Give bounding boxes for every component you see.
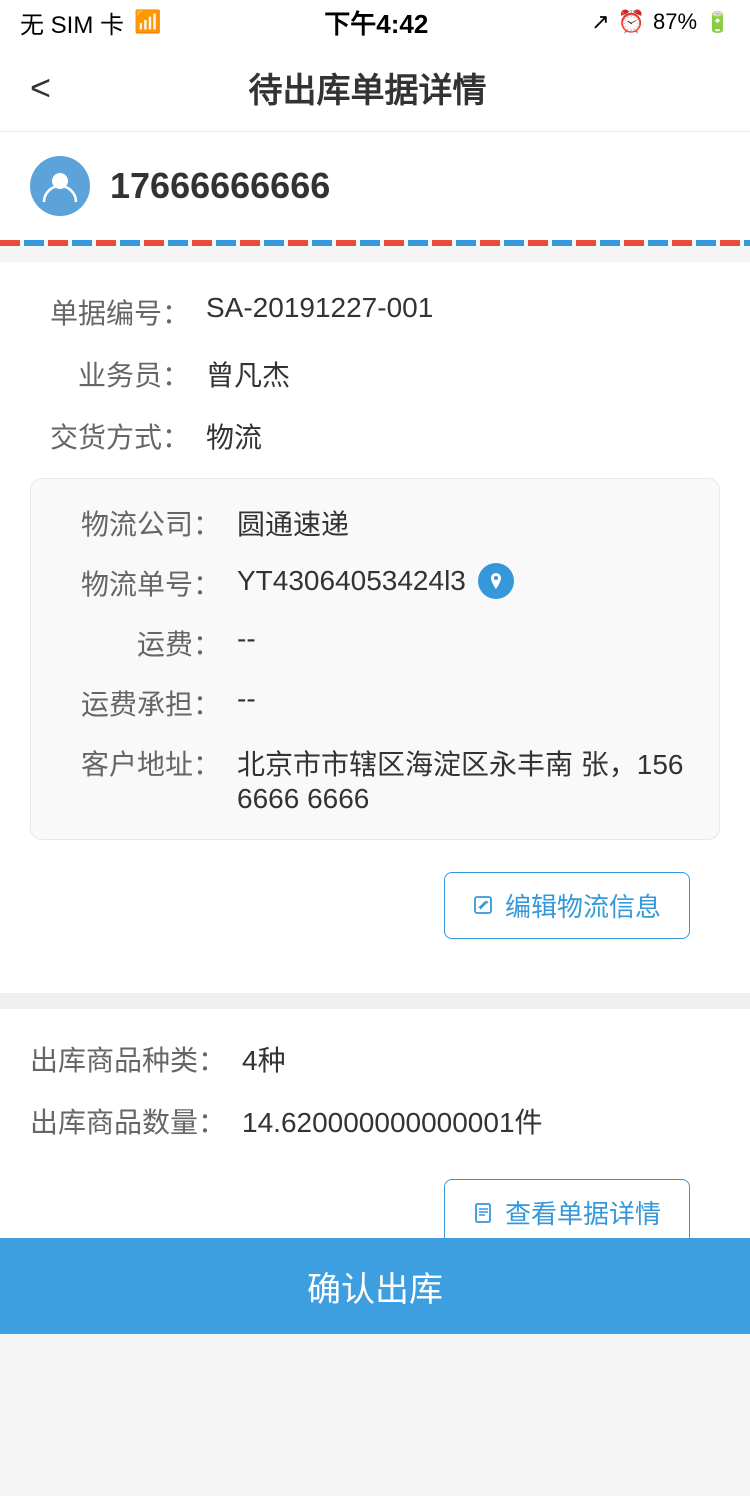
agent-value: 曾凡杰 [206, 354, 720, 394]
address-label: 客户地址： [61, 743, 221, 783]
document-no-label: 单据编号： [30, 292, 190, 332]
document-no-row: 单据编号： SA-20191227-001 [30, 292, 720, 332]
status-right: ↗ ⏰ 87% 🔋 [591, 9, 730, 35]
tracking-no-container: YT43064053424l3 [237, 563, 514, 599]
freight-label: 运费： [61, 623, 221, 663]
delivery-method-label: 交货方式： [30, 416, 190, 456]
goods-quantity-label: 出库商品数量： [30, 1101, 226, 1141]
status-left: 无 SIM 卡 📶 [20, 5, 161, 40]
tracking-no-row: 物流单号： YT43064053424l3 [61, 563, 689, 603]
dashed-separator [0, 240, 750, 246]
status-bar: 无 SIM 卡 📶 下午4:42 ↗ ⏰ 87% 🔋 [0, 0, 750, 44]
tracking-no-label: 物流单号： [61, 563, 221, 603]
confirm-btn-label: 确认出库 [307, 1262, 443, 1311]
customer-phone: 17666666666 [110, 165, 330, 207]
logistics-company-row: 物流公司： 圆通速递 [61, 503, 689, 543]
section-divider [0, 993, 750, 1009]
logistics-company-value: 圆通速递 [237, 503, 689, 543]
delivery-method-row: 交货方式： 物流 [30, 416, 720, 456]
delivery-method-value: 物流 [206, 416, 720, 456]
freight-bearer-label: 运费承担： [61, 683, 221, 723]
goods-types-label: 出库商品种类： [30, 1039, 226, 1079]
freight-value: -- [237, 623, 689, 655]
document-icon [473, 1202, 495, 1224]
location-status-icon: ↗ [591, 9, 609, 35]
nav-bar: < 待出库单据详情 [0, 44, 750, 132]
wifi-icon: 📶 [134, 9, 161, 35]
edit-logistics-label: 编辑物流信息 [505, 887, 661, 924]
address-value: 北京市市辖区海淀区永丰南 张，156 6666 6666 [237, 743, 689, 815]
view-detail-label: 查看单据详情 [505, 1194, 661, 1231]
tracking-no-value: YT43064053424l3 [237, 565, 466, 597]
goods-types-value: 4种 [242, 1039, 720, 1079]
carrier-label: 无 SIM 卡 [20, 5, 124, 40]
avatar-icon [40, 166, 80, 206]
edit-logistics-button[interactable]: 编辑物流信息 [444, 872, 690, 939]
customer-avatar [30, 156, 90, 216]
status-time: 下午4:42 [324, 4, 428, 41]
logistics-card: 物流公司： 圆通速递 物流单号： YT43064053424l3 运费： -- [30, 478, 720, 840]
address-row: 客户地址： 北京市市辖区海淀区永丰南 张，156 6666 6666 [61, 743, 689, 815]
back-button[interactable]: < [30, 67, 51, 109]
view-detail-button[interactable]: 查看单据详情 [444, 1179, 690, 1246]
document-info-section: 单据编号： SA-20191227-001 业务员： 曾凡杰 交货方式： 物流 … [0, 262, 750, 993]
document-no-value: SA-20191227-001 [206, 292, 720, 324]
goods-quantity-row: 出库商品数量： 14.620000000000001件 [30, 1101, 720, 1141]
freight-bearer-row: 运费承担： -- [61, 683, 689, 723]
battery-icon: 🔋 [705, 10, 730, 35]
freight-bearer-value: -- [237, 683, 689, 715]
page-title: 待出库单据详情 [71, 63, 664, 112]
freight-row: 运费： -- [61, 623, 689, 663]
goods-quantity-value: 14.620000000000001件 [242, 1101, 720, 1141]
goods-types-row: 出库商品种类： 4种 [30, 1039, 720, 1079]
edit-icon [473, 895, 495, 917]
agent-label: 业务员： [30, 354, 190, 394]
confirm-btn-bar[interactable]: 确认出库 [0, 1238, 750, 1334]
tracking-location-icon[interactable] [478, 563, 514, 599]
logistics-company-label: 物流公司： [61, 503, 221, 543]
battery-label: 87% [653, 9, 697, 35]
edit-logistics-btn-container: 编辑物流信息 [30, 856, 720, 963]
customer-header: 17666666666 [0, 132, 750, 240]
agent-row: 业务员： 曾凡杰 [30, 354, 720, 394]
alarm-icon: ⏰ [618, 9, 645, 35]
